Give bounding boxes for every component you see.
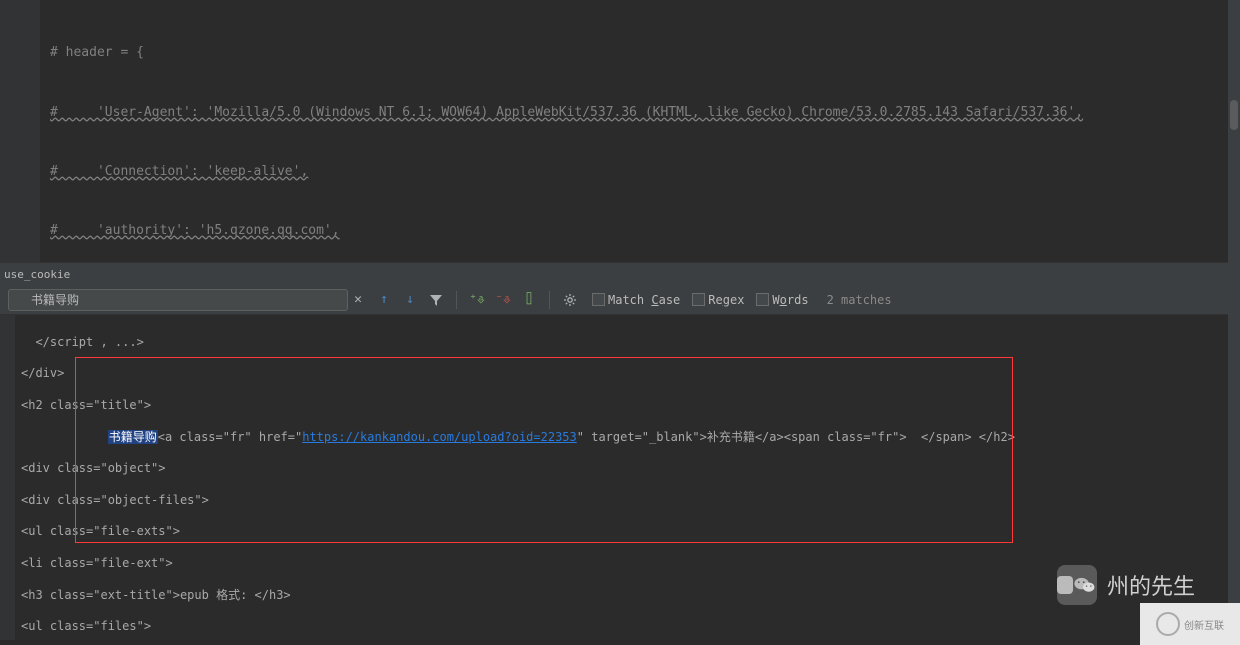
clear-search-icon[interactable]: ✕ [354,292,362,307]
footer-logo: 创新互联 [1140,603,1240,645]
output-line: </div> [21,366,1234,382]
watermark-text: 州的先生 [1107,569,1195,601]
tab-label[interactable]: use_cookie [4,268,70,281]
output-panel[interactable]: </script , ...> </div> <h2 class="title"… [0,315,1240,640]
code-comment: # 'Connection': 'keep-alive', [50,164,308,179]
match-case-checkbox[interactable]: Match Case [592,293,680,307]
output-line: <ul class="file-exts"> [21,524,1234,540]
output-gutter [0,315,15,640]
search-filter-button[interactable] [426,290,446,310]
words-checkbox[interactable]: Words [756,293,808,307]
code-comment: # header = { [50,45,144,60]
annotation-box [75,357,1013,543]
toggle-selection-button[interactable]: ⌷ [519,290,539,310]
code-comment: # 'User-Agent': 'Mozilla/5.0 (Windows NT… [50,105,1083,120]
gear-icon [562,292,578,308]
wechat-icon [1057,565,1097,605]
logo-icon [1156,612,1180,636]
output-line: <ul class="files"> [21,619,1234,635]
add-selection-button[interactable]: ⁺⎀ [467,290,487,310]
code-editor[interactable]: # header = { # 'User-Agent': 'Mozilla/5.… [0,0,1240,262]
output-line: <div class="object"> [21,461,1234,477]
output-line: 书籍导购<a class="fr" href="https://kankando… [21,430,1234,446]
output-line: <div class="object-files"> [21,493,1234,509]
search-input[interactable] [8,289,348,311]
footer-logo-text: 创新互联 [1184,617,1224,632]
output-link[interactable]: https://kankandou.com/upload?oid=22353 [302,430,577,444]
select-all-button[interactable]: ⁻⎀ [493,290,513,310]
output-scrollbar[interactable] [1228,315,1240,640]
code-content[interactable]: # header = { # 'User-Agent': 'Mozilla/5.… [40,0,1240,262]
output-line: <h2 class="title"> [21,398,1234,414]
regex-checkbox[interactable]: Regex [692,293,744,307]
search-highlight: 书籍导购 [108,430,158,444]
watermark: 州的先生 [1057,565,1195,605]
output-line: </script , ...> [21,335,1234,351]
tab-bar: use_cookie [0,262,1240,285]
search-settings-button[interactable] [560,290,580,310]
find-previous-button[interactable]: ↑ [374,290,394,310]
match-count: 2 matches [827,293,892,307]
editor-gutter [0,0,40,262]
search-bar: 🔍 ✕ ↑ ↓ ⁺⎀ ⁻⎀ ⌷ Match Case Regex Words 2… [0,285,1240,315]
find-next-button[interactable]: ↓ [400,290,420,310]
output-line: <li class="file-ext"> [21,556,1234,572]
code-comment: # 'authority': 'h5.qzone.qq.com', [50,223,340,238]
output-line: <h3 class="ext-title">epub 格式: </h3> [21,588,1234,604]
